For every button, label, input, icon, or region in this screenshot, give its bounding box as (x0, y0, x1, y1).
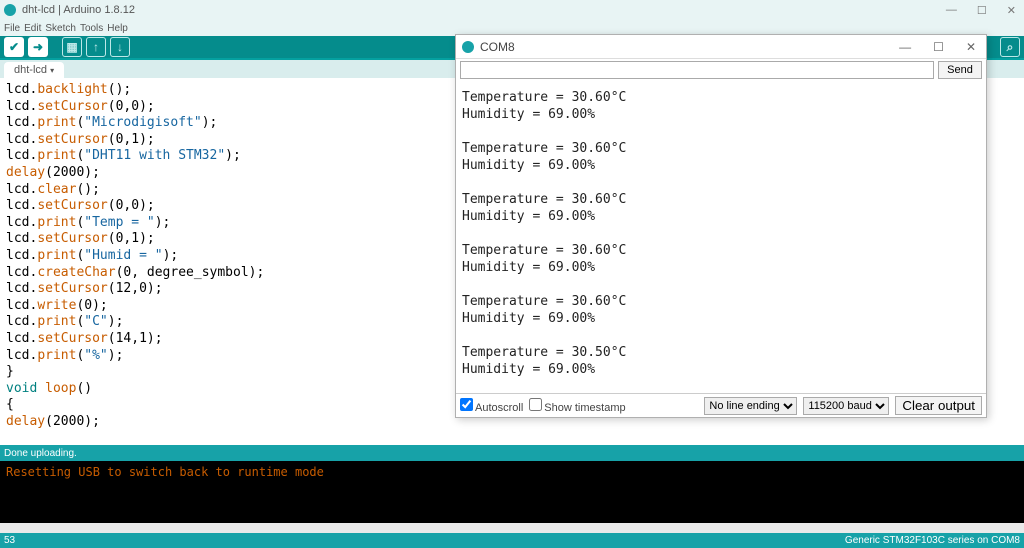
serial-humidity-line: Humidity = 69.00% (462, 157, 980, 174)
serial-maximize-button[interactable]: ☐ (929, 40, 948, 54)
menu-sketch[interactable]: Sketch (45, 23, 76, 34)
serial-reading-block: Temperature = 30.60°CHumidity = 69.00% (462, 242, 980, 276)
menu-file[interactable]: File (4, 23, 20, 34)
serial-humidity-line: Humidity = 69.00% (462, 310, 980, 327)
scroll-stub (0, 523, 1024, 533)
line-ending-select[interactable]: No line ending (704, 397, 797, 415)
close-button[interactable]: ✕ (1003, 4, 1020, 17)
serial-reading-block: Temperature = 30.50°CHumidity = 69.00% (462, 344, 980, 378)
autoscroll-checkbox[interactable] (460, 398, 473, 411)
serial-temperature-line: Temperature = 30.60°C (462, 293, 980, 310)
board-port-label: Generic STM32F103C series on COM8 (845, 535, 1020, 546)
maximize-button[interactable]: ☐ (973, 4, 991, 17)
serial-title-bar: COM8 — ☐ ✕ (456, 35, 986, 59)
serial-temperature-line: Temperature = 30.60°C (462, 191, 980, 208)
menu-tools[interactable]: Tools (80, 23, 103, 34)
serial-reading-block: Temperature = 30.60°CHumidity = 69.00% (462, 89, 980, 123)
upload-button[interactable]: ➜ (28, 37, 48, 57)
window-controls: — ☐ ✕ (942, 4, 1020, 17)
bottom-status-bar: 53 Generic STM32F103C series on COM8 (0, 533, 1024, 548)
status-strip: Done uploading. (0, 445, 1024, 461)
menu-edit[interactable]: Edit (24, 23, 41, 34)
open-button[interactable]: ↑ (86, 37, 106, 57)
serial-output[interactable]: Temperature = 30.60°CHumidity = 69.00%Te… (456, 81, 986, 393)
serial-temperature-line: Temperature = 30.60°C (462, 89, 980, 106)
serial-bottom-bar: Autoscroll Show timestamp No line ending… (456, 393, 986, 417)
serial-input-row: Send (456, 59, 986, 81)
serial-humidity-line: Humidity = 69.00% (462, 208, 980, 225)
save-button[interactable]: ↓ (110, 37, 130, 57)
serial-monitor-window: COM8 — ☐ ✕ Send Temperature = 30.60°CHum… (455, 34, 987, 418)
timestamp-checkbox[interactable] (529, 398, 542, 411)
serial-window-controls: — ☐ ✕ (895, 40, 980, 54)
line-number: 53 (4, 535, 15, 546)
tab-sketch[interactable]: dht-lcd ▾ (4, 62, 64, 78)
verify-button[interactable]: ✔ (4, 37, 24, 57)
menu-help[interactable]: Help (107, 23, 128, 34)
serial-reading-block: Temperature = 30.60°CHumidity = 69.00% (462, 191, 980, 225)
serial-temperature-line: Temperature = 30.60°C (462, 140, 980, 157)
serial-humidity-line: Humidity = 69.00% (462, 361, 980, 378)
arduino-icon (462, 41, 474, 53)
serial-temperature-line: Temperature = 30.50°C (462, 344, 980, 361)
serial-humidity-line: Humidity = 69.00% (462, 106, 980, 123)
status-text: Done uploading. (4, 448, 77, 459)
serial-input[interactable] (460, 61, 934, 79)
tab-dropdown-icon[interactable]: ▾ (50, 66, 54, 75)
title-bar: dht-lcd | Arduino 1.8.12 — ☐ ✕ (0, 0, 1024, 20)
console-line: Resetting USB to switch back to runtime … (6, 465, 1018, 479)
new-button[interactable]: ▦ (62, 37, 82, 57)
serial-send-button[interactable]: Send (938, 61, 982, 79)
serial-reading-block: Temperature = 30.60°CHumidity = 69.00% (462, 140, 980, 174)
serial-close-button[interactable]: ✕ (962, 40, 980, 54)
serial-reading-block: Temperature = 30.60°CHumidity = 69.00% (462, 293, 980, 327)
console-output: Resetting USB to switch back to runtime … (0, 461, 1024, 523)
serial-humidity-line: Humidity = 69.00% (462, 259, 980, 276)
tab-label: dht-lcd (14, 64, 47, 76)
timestamp-checkbox-label[interactable]: Show timestamp (529, 398, 625, 414)
serial-temperature-line: Temperature = 30.60°C (462, 242, 980, 259)
arduino-icon (4, 4, 16, 16)
window-title: dht-lcd | Arduino 1.8.12 (22, 4, 135, 16)
autoscroll-checkbox-label[interactable]: Autoscroll (460, 398, 523, 414)
serial-monitor-button[interactable]: ⌕ (1000, 37, 1020, 57)
serial-minimize-button[interactable]: — (895, 40, 915, 54)
clear-output-button[interactable]: Clear output (895, 396, 982, 415)
minimize-button[interactable]: — (942, 4, 961, 17)
serial-window-title: COM8 (480, 40, 515, 54)
baud-select[interactable]: 115200 baud (803, 397, 889, 415)
